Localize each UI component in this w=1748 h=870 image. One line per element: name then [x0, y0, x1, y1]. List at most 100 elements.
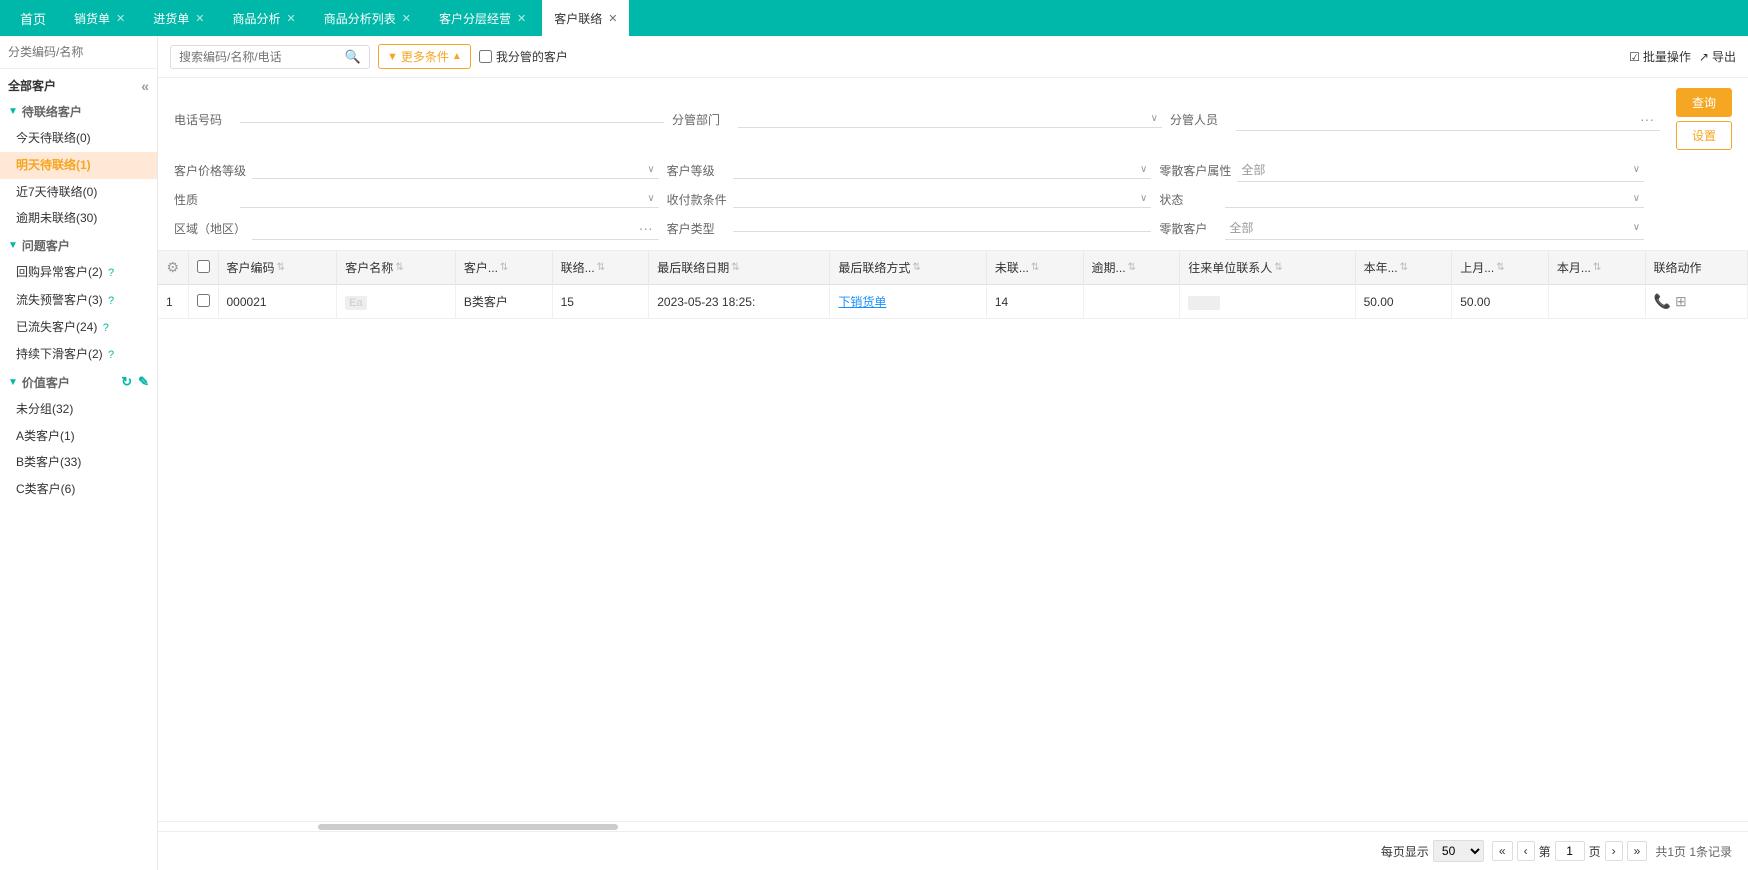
td-current-year: 50.00 [1355, 285, 1452, 319]
sidebar-item-churned[interactable]: 已流失客户(24) ? [0, 314, 157, 341]
customer-type-select[interactable] [733, 225, 1152, 232]
nav-sales-order[interactable]: 销货单 ✕ [62, 0, 137, 36]
chevron-down-icon: ∨ [1140, 164, 1147, 175]
info-icon: ? [108, 267, 114, 279]
page-label: 第 [1539, 843, 1551, 860]
status-select[interactable]: ∨ [1225, 190, 1644, 208]
my-customers-checkbox[interactable]: 我分管的客户 [479, 48, 568, 65]
sidebar-item-declining[interactable]: 持续下滑客户(2) ? [0, 341, 157, 368]
first-page-button[interactable]: « [1492, 841, 1513, 861]
sidebar-item-tomorrow[interactable]: 明天待联络(1) [0, 152, 157, 179]
td-type: B类客户 [455, 285, 552, 319]
search-bar: 🔍 ▼ 更多条件 ▲ 我分管的客户 ☑ 批量操作 ↗ 导出 [158, 36, 1748, 78]
prev-page-button[interactable]: ‹ [1517, 841, 1535, 861]
nav-customer-contact[interactable]: 客户联络 ✕ [542, 0, 629, 36]
sort-icon: ⇅ [912, 262, 920, 273]
phone-input[interactable] [240, 116, 664, 123]
filter-row-2: 客户价格等级 ∨ 客户等级 ∨ 零散客户属性 全部 [174, 158, 1732, 182]
sidebar-all-customers-header: 全部客户 « [0, 69, 157, 98]
sidebar-item-churn-warning[interactable]: 流失预警客户(3) ? [0, 287, 157, 314]
region-select[interactable]: ··· [252, 217, 659, 240]
my-customers-check[interactable] [479, 50, 492, 63]
th-checkbox [188, 251, 218, 285]
th-action: 联络动作 [1645, 251, 1747, 285]
td-index: 1 [158, 285, 188, 319]
filter-phone: 电话号码 [174, 111, 664, 128]
close-icon[interactable]: ✕ [195, 12, 204, 25]
main-layout: 🔍 全部客户 « ▼ 待联络客户 今天待联络(0) 明天待联络(1) 近7天待联… [0, 36, 1748, 870]
top-actions: ☑ 批量操作 ↗ 导出 [1629, 48, 1736, 65]
more-icon[interactable]: ··· [637, 220, 655, 236]
close-icon[interactable]: ✕ [517, 12, 526, 25]
sidebar-item-b-class[interactable]: B类客户(33) [0, 449, 157, 476]
sort-icon: ⇅ [1128, 262, 1136, 273]
sidebar-group-value: ▼ 价值客户 ↻ ✎ [0, 369, 157, 396]
page-size-control: 每页显示 50 100 200 [1381, 840, 1484, 862]
select-all-checkbox[interactable] [197, 260, 210, 273]
per-page-select[interactable]: 50 100 200 [1433, 840, 1484, 862]
payment-select[interactable]: ∨ [733, 190, 1152, 208]
checkbox-icon: ☑ [1629, 50, 1640, 64]
td-contact-person [1180, 285, 1355, 319]
th-last-contact-date: 最后联络日期 ⇅ [649, 251, 830, 285]
person-select[interactable]: ··· [1236, 108, 1660, 131]
nav-product-analysis-list[interactable]: 商品分析列表 ✕ [312, 0, 423, 36]
horizontal-scrollbar[interactable] [158, 821, 1748, 831]
filter-retail-customer: 零散客户 全部 ∨ [1159, 216, 1644, 240]
chevron-down-icon: ∨ [1633, 164, 1640, 175]
next-page-button[interactable]: › [1605, 841, 1623, 861]
sidebar-item-7days[interactable]: 近7天待联络(0) [0, 179, 157, 206]
page-input[interactable] [1555, 841, 1585, 861]
export-button[interactable]: ↗ 导出 [1699, 48, 1736, 65]
query-button[interactable]: 查询 [1676, 88, 1732, 117]
retail-attr-select[interactable]: 全部 ∨ [1237, 158, 1644, 182]
phone-icon[interactable]: 📞 [1654, 293, 1671, 310]
last-page-button[interactable]: » [1627, 841, 1648, 861]
sidebar-item-c-class[interactable]: C类客户(6) [0, 476, 157, 503]
sidebar-item-a-class[interactable]: A类客户(1) [0, 423, 157, 450]
footer: 每页显示 50 100 200 « ‹ 第 页 › » 共1页 1条记录 [158, 831, 1748, 870]
batch-ops-button[interactable]: ☑ 批量操作 [1629, 48, 1691, 65]
td-action: 📞 ⊞ [1645, 285, 1747, 319]
sidebar-item-today[interactable]: 今天待联络(0) [0, 125, 157, 152]
sidebar-search-input[interactable] [8, 45, 158, 59]
refresh-icon[interactable]: ↻ [121, 374, 132, 390]
th-current-month: 本月... ⇅ [1548, 251, 1645, 285]
sort-icon: ⇅ [731, 262, 739, 273]
gear-icon[interactable]: ⚙ [166, 259, 179, 275]
filter-row-4: 区域（地区） ··· 客户类型 零散客户 全部 ∨ [174, 216, 1732, 240]
sidebar-item-overdue[interactable]: 逾期未联络(30) [0, 205, 157, 232]
chevron-down-icon: ∨ [1140, 193, 1147, 204]
collapse-icon[interactable]: « [141, 78, 149, 94]
close-icon[interactable]: ✕ [402, 12, 411, 25]
search-input[interactable] [179, 50, 341, 64]
filter-customer-price: 客户价格等级 ∨ [174, 161, 659, 179]
sidebar-item-repurchase-abnormal[interactable]: 回购异常客户(2) ? [0, 259, 157, 286]
customer-level-select[interactable]: ∨ [733, 161, 1152, 179]
customer-price-select[interactable]: ∨ [252, 161, 659, 179]
search-icon[interactable]: 🔍 [345, 49, 361, 65]
grid-icon[interactable]: ⊞ [1675, 293, 1687, 310]
sort-icon: ⇅ [1496, 262, 1504, 273]
sidebar-item-ungrouped[interactable]: 未分组(32) [0, 396, 157, 423]
arrow-icon: ▼ [8, 240, 18, 251]
row-checkbox[interactable] [197, 294, 210, 307]
nature-select[interactable]: ∨ [240, 190, 659, 208]
retail-customer-select[interactable]: 全部 ∨ [1225, 216, 1644, 240]
nav-product-analysis[interactable]: 商品分析 ✕ [220, 0, 307, 36]
nav-customer-segmentation[interactable]: 客户分层经营 ✕ [427, 0, 538, 36]
last-contact-method-link[interactable]: 下销货单 [838, 295, 886, 309]
filter-row-1: 电话号码 分管部门 ∨ 分管人员 ··· [174, 88, 1732, 150]
table-header: ⚙ 客户编码 ⇅ 客户名称 [158, 251, 1748, 285]
more-icon[interactable]: ··· [1638, 111, 1656, 127]
close-icon[interactable]: ✕ [116, 12, 125, 25]
sort-icon: ⇅ [1274, 262, 1282, 273]
nav-home[interactable]: 首页 [8, 0, 58, 36]
edit-icon[interactable]: ✎ [138, 374, 149, 390]
nav-purchase-order[interactable]: 进货单 ✕ [141, 0, 216, 36]
close-icon[interactable]: ✕ [287, 12, 296, 25]
dept-select[interactable]: ∨ [738, 110, 1162, 128]
close-icon[interactable]: ✕ [608, 12, 617, 25]
settings-button[interactable]: 设置 [1676, 121, 1732, 150]
more-conditions-button[interactable]: ▼ 更多条件 ▲ [378, 44, 471, 69]
